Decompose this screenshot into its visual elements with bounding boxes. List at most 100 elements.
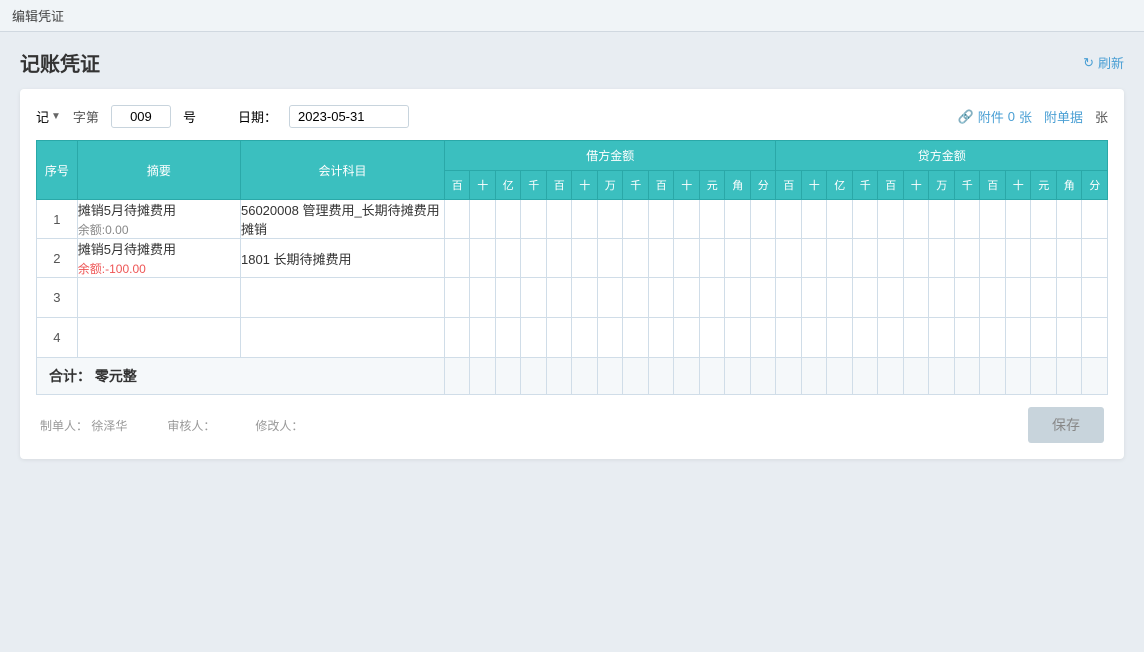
refresh-button[interactable]: ↻ 刷新	[1083, 53, 1124, 72]
debit-d1-r1[interactable]	[444, 200, 470, 239]
credit-d2-r1[interactable]	[801, 200, 827, 239]
credit-char-2: 十	[801, 171, 827, 200]
debit-d6-r1[interactable]	[572, 200, 598, 239]
voucher-number-input[interactable]	[111, 105, 171, 128]
debit-d12-r2[interactable]	[725, 239, 751, 278]
debit-char-3: 亿	[495, 171, 521, 200]
debit-char-2: 十	[470, 171, 496, 200]
credit-d7-r2[interactable]	[929, 239, 955, 278]
debit-d5-r2[interactable]	[546, 239, 572, 278]
credit-char-8: 千	[954, 171, 980, 200]
total-label-cell: 合计： 零元整	[37, 358, 445, 395]
credit-d5-r1[interactable]	[878, 200, 904, 239]
summary-cell-2[interactable]: 摊销5月待摊费用 余额:-100.00	[77, 239, 240, 278]
credit-d3-r2[interactable]	[827, 239, 853, 278]
credit-d9-r2[interactable]	[980, 239, 1006, 278]
date-label: 日期：	[238, 107, 277, 126]
credit-d9-r1[interactable]	[980, 200, 1006, 239]
credit-char-6: 十	[903, 171, 929, 200]
refresh-icon: ↻	[1083, 55, 1094, 71]
credit-char-11: 元	[1031, 171, 1057, 200]
debit-char-6: 十	[572, 171, 598, 200]
credit-char-7: 万	[929, 171, 955, 200]
attachment-label: 附件	[978, 107, 1004, 126]
summary-cell-1[interactable]: 摊销5月待摊费用 余额:0.00	[77, 200, 240, 239]
voucher-type-select[interactable]: 记 ▼	[36, 107, 61, 126]
attachment-link[interactable]: 🔗 附件 0 张	[958, 107, 1032, 126]
debit-d7-r2[interactable]	[597, 239, 623, 278]
account-cell-4[interactable]	[240, 318, 444, 358]
summary-cell-4[interactable]	[77, 318, 240, 358]
credit-d1-r1[interactable]	[776, 200, 802, 239]
debit-d3-r1[interactable]	[495, 200, 521, 239]
creator-info: 制单人： 徐泽华	[40, 417, 127, 434]
th-credit: 贷方金额	[776, 141, 1108, 171]
debit-d11-r1[interactable]	[699, 200, 725, 239]
save-button[interactable]: 保存	[1028, 407, 1104, 443]
window-titlebar: 编辑凭证	[0, 0, 1144, 32]
debit-d13-r1[interactable]	[750, 200, 776, 239]
footer-row: 制单人： 徐泽华 审核人： 修改人： 保存	[36, 407, 1108, 443]
credit-d13-r1[interactable]	[1082, 200, 1108, 239]
date-input[interactable]	[289, 105, 409, 128]
summary-cell-3[interactable]	[77, 278, 240, 318]
debit-d6-r2[interactable]	[572, 239, 598, 278]
credit-d4-r2[interactable]	[852, 239, 878, 278]
debit-d13-r2[interactable]	[750, 239, 776, 278]
debit-d10-r1[interactable]	[674, 200, 700, 239]
debit-d2-r1[interactable]	[470, 200, 496, 239]
debit-d9-r2[interactable]	[648, 239, 674, 278]
credit-d11-r1[interactable]	[1031, 200, 1057, 239]
debit-d5-r1[interactable]	[546, 200, 572, 239]
th-seq: 序号	[37, 141, 78, 200]
credit-d4-r1[interactable]	[852, 200, 878, 239]
account-code-1: 56020008	[241, 203, 302, 218]
account-cell-2[interactable]: 1801 长期待摊费用	[240, 239, 444, 278]
credit-d2-r2[interactable]	[801, 239, 827, 278]
debit-char-1: 百	[444, 171, 470, 200]
debit-d4-r2[interactable]	[521, 239, 547, 278]
credit-char-12: 角	[1056, 171, 1082, 200]
debit-char-13: 分	[750, 171, 776, 200]
voucher-table: 序号 摘要 会计科目 借方金额 贷方金额 百 十 亿 千 百 十 万	[36, 140, 1108, 395]
debit-d8-r1[interactable]	[623, 200, 649, 239]
attachment-single-link[interactable]: 附单据	[1044, 107, 1083, 126]
debit-char-8: 千	[623, 171, 649, 200]
account-cell-1[interactable]: 56020008 管理费用_长期待摊费用摊销	[240, 200, 444, 239]
credit-d12-r1[interactable]	[1056, 200, 1082, 239]
credit-d5-r2[interactable]	[878, 239, 904, 278]
credit-d1-r2[interactable]	[776, 239, 802, 278]
debit-d2-r2[interactable]	[470, 239, 496, 278]
account-cell-3[interactable]	[240, 278, 444, 318]
total-label: 合计：	[49, 368, 91, 384]
credit-d6-r1[interactable]	[903, 200, 929, 239]
credit-d7-r1[interactable]	[929, 200, 955, 239]
debit-d12-r1[interactable]	[725, 200, 751, 239]
debit-d10-r2[interactable]	[674, 239, 700, 278]
dropdown-arrow-icon: ▼	[51, 111, 61, 122]
credit-d8-r2[interactable]	[954, 239, 980, 278]
attachment-section: 🔗 附件 0 张 附单据 张	[958, 107, 1108, 126]
credit-d6-r2[interactable]	[903, 239, 929, 278]
debit-d3-r2[interactable]	[495, 239, 521, 278]
creator-name: 徐泽华	[91, 419, 127, 433]
footer-info: 制单人： 徐泽华 审核人： 修改人：	[40, 417, 303, 434]
attachment-count: 0	[1008, 109, 1015, 124]
credit-char-13: 分	[1082, 171, 1108, 200]
debit-d8-r2[interactable]	[623, 239, 649, 278]
credit-d12-r2[interactable]	[1056, 239, 1082, 278]
credit-d13-r2[interactable]	[1082, 239, 1108, 278]
credit-d11-r2[interactable]	[1031, 239, 1057, 278]
paperclip-icon: 🔗	[958, 109, 974, 125]
debit-d7-r1[interactable]	[597, 200, 623, 239]
th-summary: 摘要	[77, 141, 240, 200]
credit-d3-r1[interactable]	[827, 200, 853, 239]
debit-d11-r2[interactable]	[699, 239, 725, 278]
credit-d8-r1[interactable]	[954, 200, 980, 239]
debit-d9-r1[interactable]	[648, 200, 674, 239]
debit-d4-r1[interactable]	[521, 200, 547, 239]
debit-d1-r2[interactable]	[444, 239, 470, 278]
credit-d10-r2[interactable]	[1005, 239, 1031, 278]
credit-d10-r1[interactable]	[1005, 200, 1031, 239]
summary-text-1: 摊销5月待摊费用	[78, 200, 240, 219]
